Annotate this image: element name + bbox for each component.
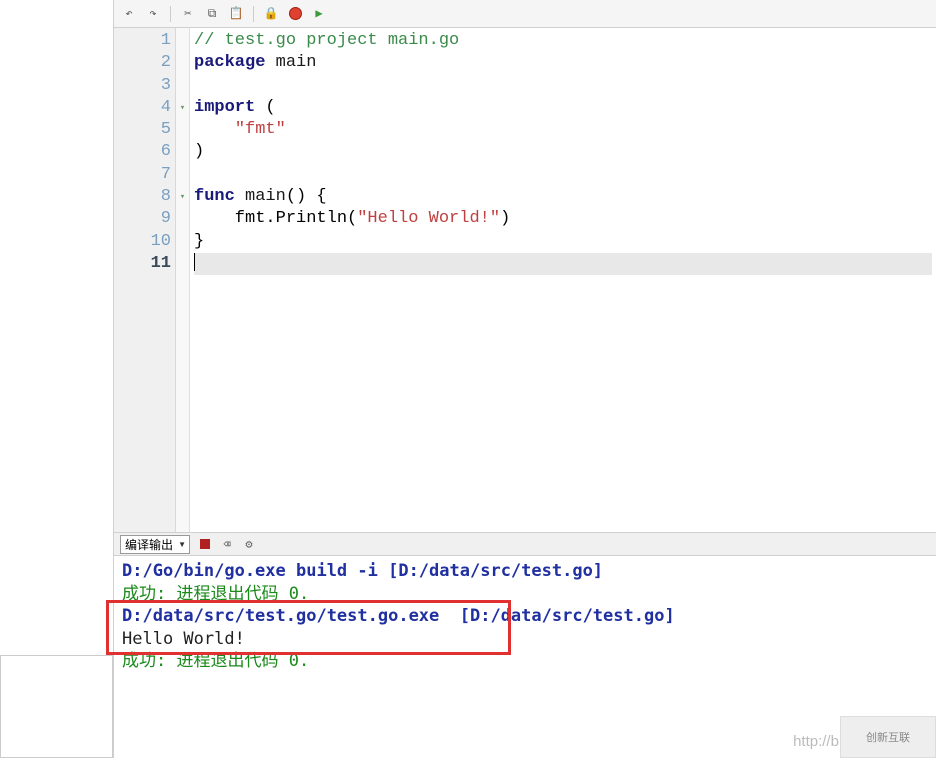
toolbar-separator bbox=[170, 6, 171, 22]
logo-text: 创新互联 bbox=[866, 729, 910, 745]
stop-icon bbox=[200, 539, 210, 549]
code-line[interactable] bbox=[194, 164, 932, 186]
code-line[interactable]: } bbox=[194, 231, 932, 253]
run-button[interactable]: ▶ bbox=[310, 5, 328, 23]
line-number: 7 bbox=[114, 164, 175, 186]
line-number: 4 bbox=[114, 97, 175, 119]
fold-marker[interactable]: ▾ bbox=[176, 97, 189, 119]
clear-button[interactable]: ⌫ bbox=[220, 537, 234, 551]
code-line[interactable]: // test.go project main.go bbox=[194, 30, 932, 52]
line-number: 3 bbox=[114, 75, 175, 97]
code-line[interactable]: package main bbox=[194, 52, 932, 74]
undo-button[interactable]: ↶ bbox=[120, 5, 138, 23]
settings-button[interactable]: ⚙ bbox=[242, 537, 256, 551]
code-area[interactable]: // test.go project main.gopackage main im… bbox=[190, 28, 936, 532]
fold-marker bbox=[176, 52, 189, 74]
line-number: 11 bbox=[114, 253, 175, 275]
output-line: 成功: 进程退出代码 0. bbox=[122, 583, 928, 606]
toolbar-separator bbox=[253, 6, 254, 22]
line-number: 10 bbox=[114, 231, 175, 253]
code-line[interactable]: fmt.Println("Hello World!") bbox=[194, 208, 932, 230]
output-line: 成功: 进程退出代码 0. bbox=[122, 650, 928, 673]
main-area: ↶ ↷ ✂ ⧉ 📋 🔒 ▶ 1234567891011 ▾▾ // test.g… bbox=[113, 0, 936, 758]
fold-column[interactable]: ▾▾ bbox=[176, 28, 190, 532]
fold-marker bbox=[176, 231, 189, 253]
code-line[interactable]: func main() { bbox=[194, 186, 932, 208]
fold-marker bbox=[176, 30, 189, 52]
logo-badge: 创新互联 bbox=[840, 716, 936, 758]
line-number: 6 bbox=[114, 141, 175, 163]
fold-marker bbox=[176, 141, 189, 163]
output-panel[interactable]: D:/Go/bin/go.exe build -i [D:/data/src/t… bbox=[114, 556, 936, 758]
text-cursor bbox=[194, 253, 195, 271]
code-line[interactable] bbox=[194, 253, 932, 275]
left-panel bbox=[0, 0, 113, 758]
left-bottom-panel bbox=[0, 655, 113, 758]
code-line[interactable] bbox=[194, 75, 932, 97]
code-line[interactable]: ) bbox=[194, 141, 932, 163]
combo-label: 编译输出 bbox=[125, 536, 173, 553]
output-mode-combo[interactable]: 编译输出 bbox=[120, 535, 190, 554]
redo-button[interactable]: ↷ bbox=[144, 5, 162, 23]
code-line[interactable]: import ( bbox=[194, 97, 932, 119]
fold-marker bbox=[176, 119, 189, 141]
line-number: 5 bbox=[114, 119, 175, 141]
copy-button[interactable]: ⧉ bbox=[203, 5, 221, 23]
record-button[interactable] bbox=[286, 5, 304, 23]
code-editor[interactable]: 1234567891011 ▾▾ // test.go project main… bbox=[114, 28, 936, 532]
line-number: 2 bbox=[114, 52, 175, 74]
stop-button[interactable] bbox=[198, 537, 212, 551]
lock-button[interactable]: 🔒 bbox=[262, 5, 280, 23]
code-line[interactable]: "fmt" bbox=[194, 119, 932, 141]
output-line: Hello World! bbox=[122, 628, 928, 651]
record-icon bbox=[289, 7, 302, 20]
output-line: D:/data/src/test.go/test.go.exe [D:/data… bbox=[122, 605, 928, 628]
output-toolbar: 编译输出 ⌫ ⚙ bbox=[114, 532, 936, 556]
fold-marker bbox=[176, 75, 189, 97]
line-number: 8 bbox=[114, 186, 175, 208]
line-number-gutter: 1234567891011 bbox=[114, 28, 176, 532]
line-number: 9 bbox=[114, 208, 175, 230]
line-number: 1 bbox=[114, 30, 175, 52]
fold-marker bbox=[176, 208, 189, 230]
fold-marker[interactable]: ▾ bbox=[176, 186, 189, 208]
fold-marker bbox=[176, 164, 189, 186]
cut-button[interactable]: ✂ bbox=[179, 5, 197, 23]
fold-marker bbox=[176, 253, 189, 275]
output-line: D:/Go/bin/go.exe build -i [D:/data/src/t… bbox=[122, 560, 928, 583]
editor-toolbar: ↶ ↷ ✂ ⧉ 📋 🔒 ▶ bbox=[114, 0, 936, 28]
paste-button[interactable]: 📋 bbox=[227, 5, 245, 23]
